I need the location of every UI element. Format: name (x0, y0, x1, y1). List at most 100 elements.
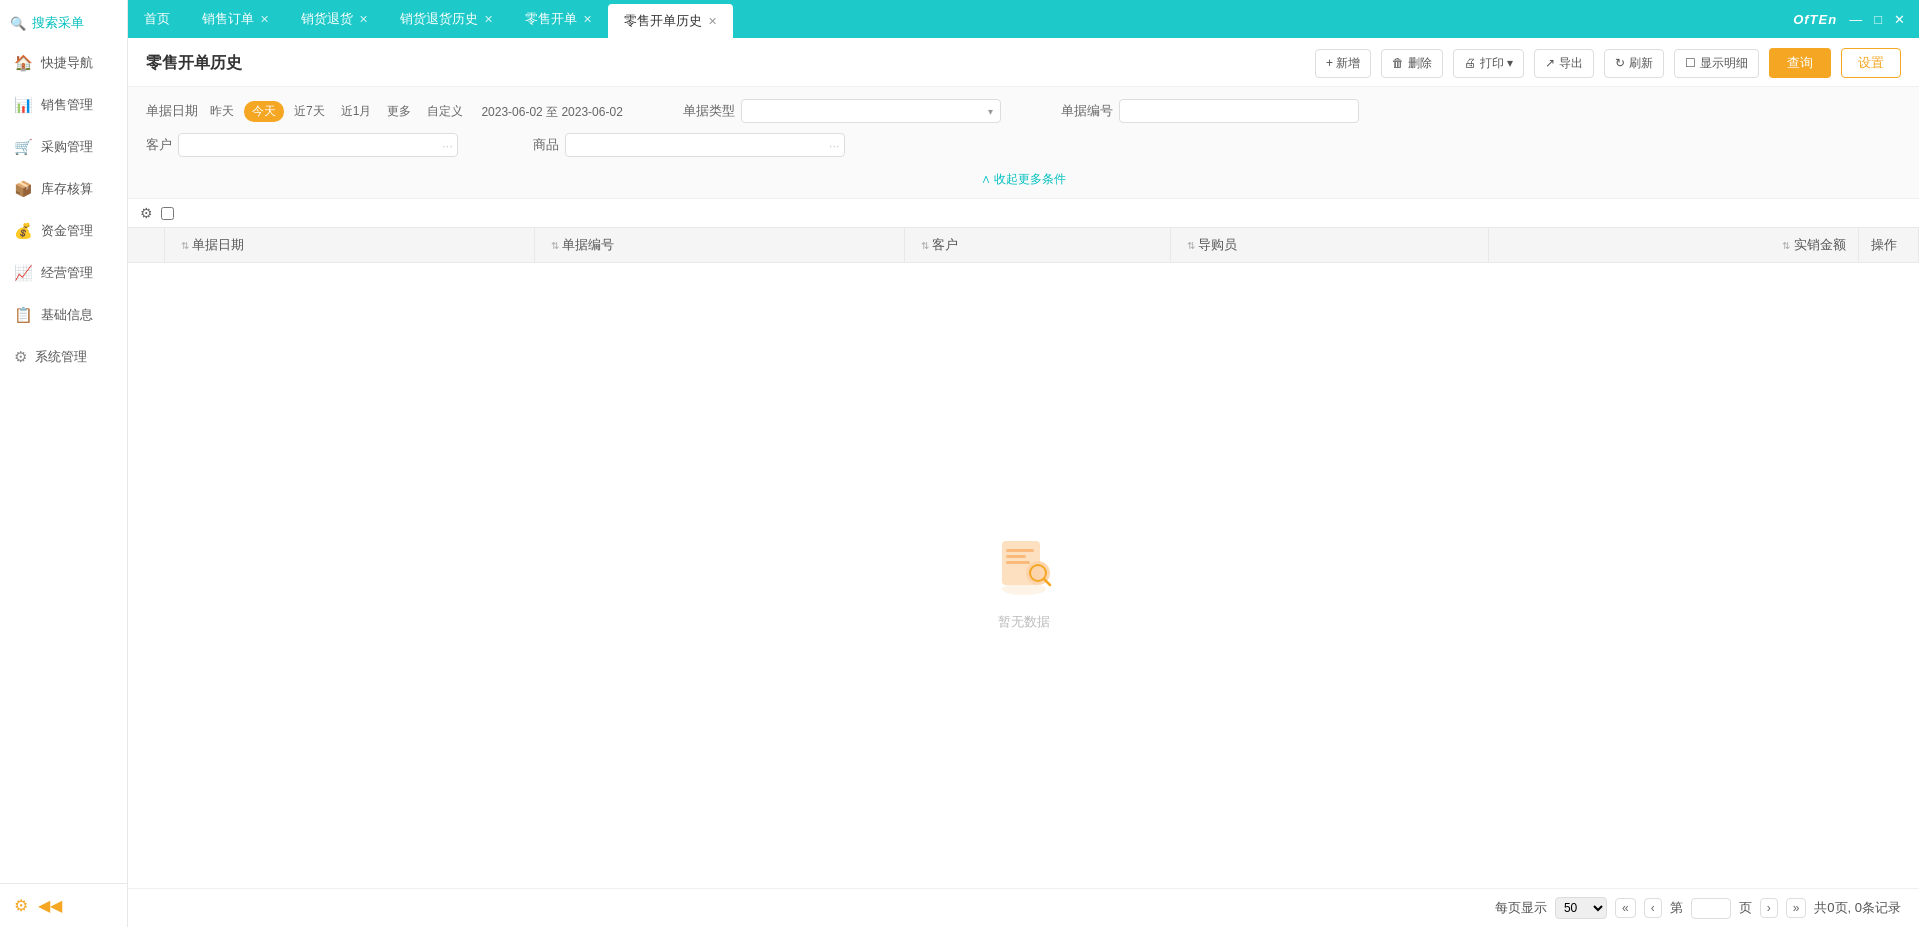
sidebar-item-operations[interactable]: 📈经营管理 (0, 252, 127, 294)
prev-page-btn[interactable]: ‹ (1644, 898, 1662, 918)
header-row: ⇅ 单据日期⇅ 单据编号⇅ 客户⇅ 导购员⇅ 实销金额操作 (128, 228, 1919, 263)
minimize-btn[interactable]: — (1849, 12, 1862, 27)
tab-close-sales-return[interactable]: ✕ (359, 13, 368, 26)
doc-no-filter: 单据编号 (1061, 99, 1359, 123)
display-label: 显示明细 (1700, 55, 1748, 72)
tab-retail-open[interactable]: 零售开单✕ (509, 0, 608, 38)
nav-icon-sales-mgmt: 📊 (14, 96, 33, 114)
print-button[interactable]: 🖨 🖨 打印 打印 ▾ (1453, 49, 1524, 78)
next-page-btn[interactable]: › (1760, 898, 1778, 918)
page-number-input[interactable]: 1 (1691, 898, 1731, 919)
sidebar-item-basic-info[interactable]: 📋 基础信息 (0, 294, 127, 336)
doc-type-select-wrapper: ▾ (741, 99, 1001, 123)
nav-icon-quick-nav: 🏠 (14, 54, 33, 72)
collapse-conditions[interactable]: ∧ 收起更多条件 (146, 167, 1901, 194)
nav-icon-purchase-mgmt: 🛒 (14, 138, 33, 156)
sidebar-collapse-icon[interactable]: ◀◀ (38, 896, 62, 915)
column-settings-icon[interactable]: ⚙ (140, 205, 153, 221)
date-shortcut-today[interactable]: 今天 (244, 101, 284, 122)
tab-close-retail-history[interactable]: ✕ (708, 15, 717, 28)
close-btn[interactable]: ✕ (1894, 12, 1905, 27)
tab-bar: 首页销售订单✕销货退货✕销货退货历史✕零售开单✕零售开单历史✕ OfTEn — … (128, 0, 1919, 38)
nav-label-sales-mgmt: 销售管理 (41, 96, 93, 114)
doc-type-select[interactable] (741, 99, 1001, 123)
export-icon: ↗ (1545, 56, 1555, 70)
refresh-label: 刷新 (1629, 55, 1653, 72)
empty-state: 暂无数据 (128, 263, 1919, 888)
settings-button[interactable]: 设置 (1841, 48, 1901, 78)
refresh-button[interactable]: ↻ 刷新 (1604, 49, 1664, 78)
page-label: 第 (1670, 899, 1683, 917)
tab-label-sales-return-history: 销货退货历史 (400, 10, 478, 28)
sidebar-search-label: 搜索采单 (32, 14, 84, 32)
delete-button[interactable]: 🗑 删除 (1381, 49, 1442, 78)
export-button[interactable]: ↗ 导出 (1534, 49, 1594, 78)
tab-retail-history[interactable]: 零售开单历史 ✕ (608, 4, 733, 38)
brand-label: OfTEn (1793, 12, 1837, 27)
tab-bar-right: OfTEn — □ ✕ (1779, 12, 1919, 27)
date-label: 单据日期 (146, 102, 198, 120)
customer-input[interactable] (178, 133, 458, 157)
table-area: ⚙ ⇅ 单据日期⇅ 单据编号⇅ 客户⇅ 导购员⇅ 实销金额操作 (128, 199, 1919, 888)
th-settings (128, 228, 164, 263)
tab-close-sales-order[interactable]: ✕ (260, 13, 269, 26)
refresh-icon: ↻ (1615, 56, 1625, 70)
sort-icon-salesperson[interactable]: ⇅ (1187, 240, 1195, 251)
svg-rect-3 (1006, 555, 1026, 558)
query-button[interactable]: 查询 (1769, 48, 1831, 78)
sort-icon-no[interactable]: ⇅ (551, 240, 559, 251)
export-label: 导出 (1559, 55, 1583, 72)
tab-home[interactable]: 首页 (128, 0, 186, 38)
sidebar-item-sales-mgmt[interactable]: 📊 销售管理 (0, 84, 127, 126)
nav-label-basic-info: 基础信息 (41, 306, 93, 324)
last-page-btn[interactable]: » (1786, 898, 1807, 918)
per-page-select[interactable]: 50 100 200 (1555, 897, 1607, 919)
toolbar: + 新增 🗑 删除 🖨 🖨 打印 打印 ▾ ↗ 导出 ↻ 刷新 ☐ 显 (1315, 48, 1901, 78)
tab-sales-order[interactable]: 销售订单✕ (186, 0, 285, 38)
page-title: 零售开单历史 (146, 53, 242, 74)
sidebar-item-purchase-mgmt[interactable]: 🛒 采购管理 (0, 126, 127, 168)
sidebar-item-quick-nav[interactable]: 🏠快捷导航 (0, 42, 127, 84)
add-button[interactable]: + 新增 (1315, 49, 1371, 78)
sort-icon-amount[interactable]: ⇅ (1782, 240, 1790, 251)
filter-area: 单据日期 昨天今天近7天近1月更多自定义 2023-06-02 至 2023-0… (128, 87, 1919, 199)
sort-icon-date[interactable]: ⇅ (181, 240, 189, 251)
customer-label: 客户 (146, 136, 172, 154)
display-detail-button[interactable]: ☐ 显示明细 (1674, 49, 1759, 78)
date-shortcut-last7days[interactable]: 近7天 (288, 101, 331, 122)
filter-row-1: 单据日期 昨天今天近7天近1月更多自定义 2023-06-02 至 2023-0… (146, 99, 1901, 123)
tab-close-retail-open[interactable]: ✕ (583, 13, 592, 26)
date-shortcut-custom[interactable]: 自定义 (421, 101, 469, 122)
tab-sales-return-history[interactable]: 销货退货历史 ✕ (384, 0, 509, 38)
maximize-btn[interactable]: □ (1874, 12, 1882, 27)
date-shortcut-yesterday[interactable]: 昨天 (204, 101, 240, 122)
tab-close-sales-return-history[interactable]: ✕ (484, 13, 493, 26)
date-shortcut-more[interactable]: 更多 (381, 101, 417, 122)
nav-icon-basic-info: 📋 (14, 306, 33, 324)
doc-type-filter: 单据类型 ▾ (683, 99, 1001, 123)
date-filter: 单据日期 昨天今天近7天近1月更多自定义 2023-06-02 至 2023-0… (146, 101, 623, 122)
first-page-btn[interactable]: « (1615, 898, 1636, 918)
svg-rect-4 (1006, 561, 1030, 564)
select-all-checkbox[interactable] (161, 207, 174, 220)
nav-icon-finance: 💰 (14, 222, 33, 240)
tab-label-sales-return: 销货退货 (301, 10, 353, 28)
doc-no-input[interactable] (1119, 99, 1359, 123)
product-input[interactable] (565, 133, 845, 157)
sidebar-item-inventory[interactable]: 📦库存核算 (0, 168, 127, 210)
tab-sales-return[interactable]: 销货退货 ✕ (285, 0, 384, 38)
sidebar-search[interactable]: 🔍 搜索采单 (0, 0, 127, 42)
date-shortcuts: 昨天今天近7天近1月更多自定义 (204, 101, 469, 122)
sort-icon-customer[interactable]: ⇅ (921, 240, 929, 251)
sidebar-item-finance[interactable]: 💰资金管理 (0, 210, 127, 252)
settings-icon[interactable]: ⚙ (14, 896, 28, 915)
display-icon: ☐ (1685, 56, 1696, 70)
date-shortcut-last_month[interactable]: 近1月 (335, 101, 378, 122)
doc-no-label: 单据编号 (1061, 102, 1113, 120)
pagination: 每页显示 50 100 200 « ‹ 第 1 页 › » 共0页, 0条记录 (128, 888, 1919, 927)
nav-label-purchase-mgmt: 采购管理 (41, 138, 93, 156)
search-icon: 🔍 (10, 16, 26, 31)
nav-icon-system-mgmt: ⚙ (14, 348, 27, 366)
tab-label-retail-history: 零售开单历史 (624, 12, 702, 30)
sidebar-item-system-mgmt[interactable]: ⚙系统管理 (0, 336, 127, 378)
